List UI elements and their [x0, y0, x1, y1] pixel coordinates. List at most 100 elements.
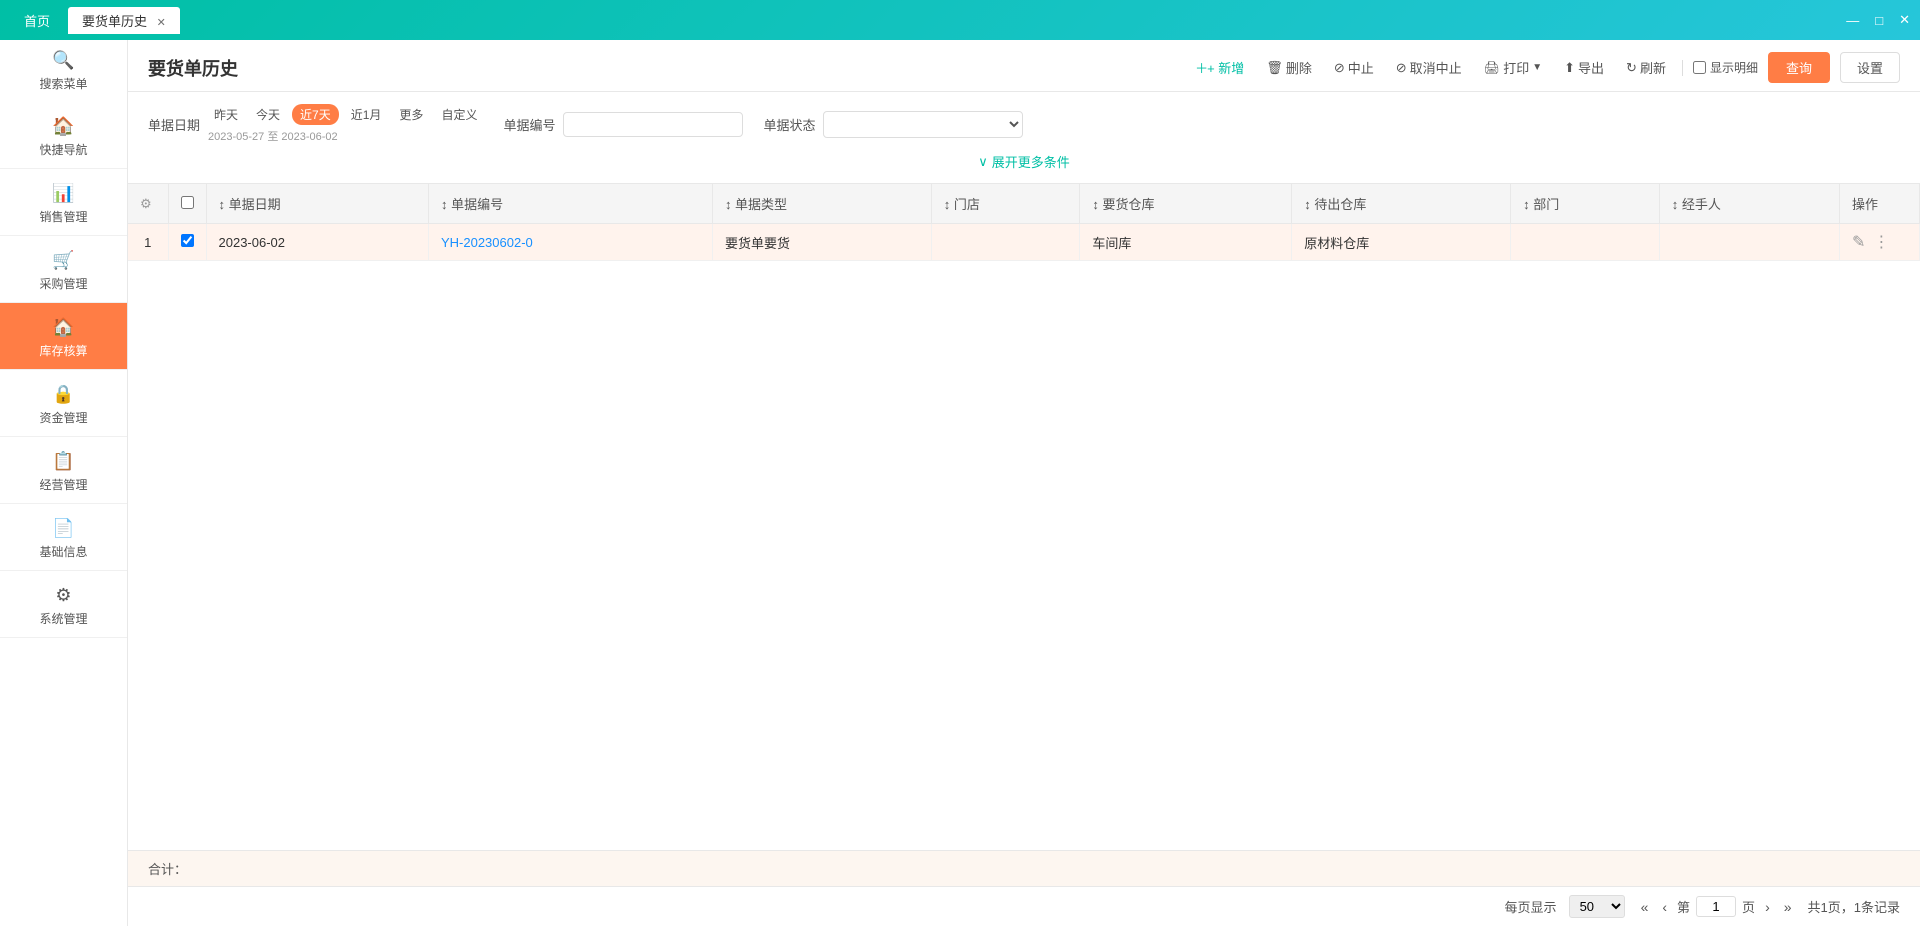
th-req-warehouse: ↕ 要货仓库: [1080, 184, 1292, 224]
date-filter-group: 单据日期 昨天 今天 近7天 近1月 更多 自定义 2023-05-27 至 2…: [148, 104, 483, 144]
sidebar-item-inventory[interactable]: 🏠 库存核算: [0, 303, 127, 370]
date-tab-today[interactable]: 今天: [250, 104, 286, 125]
chart-icon: 📊: [52, 183, 74, 204]
page-prefix: 第: [1677, 897, 1690, 916]
doc-number-label: 单据编号: [503, 115, 555, 134]
per-page-select[interactable]: 20 50 100: [1569, 895, 1625, 918]
th-checkbox: [168, 184, 206, 224]
sidebar-item-operations[interactable]: 📋 经营管理: [0, 437, 127, 504]
th-doc-no: ↕ 单据编号: [428, 184, 712, 224]
display-detail-checkbox[interactable]: [1693, 61, 1706, 74]
doc-status-label: 单据状态: [763, 115, 815, 134]
table-area: ⚙ ↕ 单据日期 ↕ 单据编号 ↕ 单据类型: [128, 184, 1920, 850]
doc-no-link[interactable]: YH-20230602-0: [441, 235, 533, 250]
sidebar-item-finance[interactable]: 🔒 资金管理: [0, 370, 127, 437]
pagination: 每页显示 20 50 100 « ‹ 第 页 › » 共1页，1条记录: [128, 886, 1920, 926]
date-tab-yesterday[interactable]: 昨天: [208, 104, 244, 125]
sidebar-item-system[interactable]: ⚙ 系统管理: [0, 571, 127, 638]
sidebar-item-quick-nav[interactable]: 🏠 快捷导航: [0, 102, 127, 169]
row-doc-type: 要货单要货: [712, 224, 931, 261]
select-all-checkbox[interactable]: [181, 196, 194, 209]
row-ops: ✎ ⋮: [1840, 224, 1920, 261]
row-doc-no: YH-20230602-0: [428, 224, 712, 261]
prev-page-button[interactable]: ‹: [1658, 897, 1671, 917]
divider: [1682, 60, 1683, 76]
table-settings-icon[interactable]: ⚙: [140, 196, 152, 211]
row-req-warehouse: 车间库: [1080, 224, 1292, 261]
cancel-stop-button[interactable]: ⊘ 取消中止: [1390, 54, 1468, 81]
edit-row-icon[interactable]: ✎: [1852, 232, 1865, 252]
sidebar-item-basic-info[interactable]: 📄 基础信息: [0, 504, 127, 571]
date-tab-1month[interactable]: 近1月: [345, 104, 388, 125]
print-button[interactable]: 🖨 打印 ▼: [1478, 54, 1548, 81]
last-page-button[interactable]: »: [1780, 897, 1796, 917]
close-tab-icon[interactable]: ✕: [157, 17, 166, 29]
summary-label: 合计：: [148, 862, 187, 877]
next-page-button[interactable]: ›: [1761, 897, 1774, 917]
print-icon: 🖨: [1484, 60, 1501, 76]
window-minimize[interactable]: —: [1846, 13, 1859, 28]
warehouse-icon: 🏠: [52, 317, 74, 338]
th-doc-type: ↕ 单据类型: [712, 184, 931, 224]
tab-requisition-history[interactable]: 要货单历史 ✕: [68, 7, 180, 34]
row-checkbox-cell: [168, 224, 206, 261]
more-row-icon[interactable]: ⋮: [1873, 232, 1889, 252]
th-store: ↕ 门店: [931, 184, 1080, 224]
doc-number-filter-group: 单据编号: [503, 112, 743, 137]
page-suffix: 页: [1742, 897, 1755, 916]
settings-button[interactable]: 设置: [1840, 52, 1900, 83]
page-header: 要货单历史 ＋ + 新增 🗑 删除 ⊘ 中止 ⊘ 取消中止: [128, 40, 1920, 92]
date-tab-more[interactable]: 更多: [393, 104, 429, 125]
doc-number-input[interactable]: [563, 112, 743, 137]
display-detail-checkbox-label[interactable]: 显示明细: [1693, 59, 1758, 76]
sidebar-item-purchase[interactable]: 🛒 采购管理: [0, 236, 127, 303]
th-settings: ⚙: [128, 184, 168, 224]
doc-status-filter-group: 单据状态: [763, 111, 1023, 138]
total-info: 共1页，1条记录: [1808, 897, 1900, 916]
tab-home[interactable]: 首页: [10, 7, 64, 34]
cart-icon: 🛒: [52, 250, 74, 271]
doc-status-select[interactable]: [823, 111, 1023, 138]
date-tab-custom[interactable]: 自定义: [435, 104, 483, 125]
page-title: 要货单历史: [148, 55, 238, 81]
th-doc-date: ↕ 单据日期: [206, 184, 428, 224]
row-dept: [1511, 224, 1660, 261]
refresh-button[interactable]: ↻ 刷新: [1620, 54, 1672, 81]
chevron-down-icon: ∨: [978, 154, 988, 170]
top-bar: 首页 要货单历史 ✕ — □ ✕: [0, 0, 1920, 40]
window-close[interactable]: ✕: [1899, 12, 1910, 28]
table-body: 1 2023-06-02 YH-20230602-0 要货单要货 车间库 原材料…: [128, 224, 1920, 261]
row-checkbox[interactable]: [181, 234, 194, 247]
query-button[interactable]: 查询: [1768, 52, 1830, 83]
th-handler: ↕ 经手人: [1659, 184, 1839, 224]
first-page-button[interactable]: «: [1637, 897, 1653, 917]
summary-bar: 合计：: [128, 850, 1920, 886]
export-button[interactable]: ⬆ 导出: [1558, 54, 1610, 81]
table-row: 1 2023-06-02 YH-20230602-0 要货单要货 车间库 原材料…: [128, 224, 1920, 261]
stop-button[interactable]: ⊘ 中止: [1328, 54, 1380, 81]
page-number-input[interactable]: [1696, 896, 1736, 917]
expand-more-button[interactable]: ∨ 展开更多条件: [148, 152, 1900, 171]
search-icon: 🔍: [52, 50, 74, 71]
new-button[interactable]: ＋ + 新增: [1189, 54, 1250, 81]
date-tabs: 昨天 今天 近7天 近1月 更多 自定义: [208, 104, 483, 125]
date-range-display: 2023-05-27 至 2023-06-02: [208, 128, 483, 144]
date-tab-7days[interactable]: 近7天: [292, 104, 339, 125]
th-dept: ↕ 部门: [1511, 184, 1660, 224]
delete-icon: 🗑: [1266, 60, 1283, 76]
row-handler: [1659, 224, 1839, 261]
document-icon: 📄: [52, 518, 74, 539]
filter-area: 单据日期 昨天 今天 近7天 近1月 更多 自定义 2023-05-27 至 2…: [128, 92, 1920, 184]
doc-date-label: 单据日期: [148, 115, 200, 134]
date-options: 昨天 今天 近7天 近1月 更多 自定义 2023-05-27 至 2023-0…: [208, 104, 483, 144]
main-layout: 🔍 搜索菜单 🏠 快捷导航 📊 销售管理 🛒 采购管理 🏠 库存核算 🔒 资金管…: [0, 40, 1920, 926]
sidebar-search[interactable]: 🔍 搜索菜单: [0, 40, 127, 102]
window-maximize[interactable]: □: [1875, 13, 1883, 28]
refresh-icon: ↻: [1626, 60, 1637, 76]
delete-button[interactable]: 🗑 删除: [1260, 54, 1318, 81]
per-page-label: 每页显示: [1505, 897, 1557, 916]
filter-row: 单据日期 昨天 今天 近7天 近1月 更多 自定义 2023-05-27 至 2…: [148, 104, 1900, 144]
sidebar-item-sales[interactable]: 📊 销售管理: [0, 169, 127, 236]
gear-icon: ⚙: [55, 585, 71, 606]
print-dropdown-icon: ▼: [1532, 62, 1542, 73]
